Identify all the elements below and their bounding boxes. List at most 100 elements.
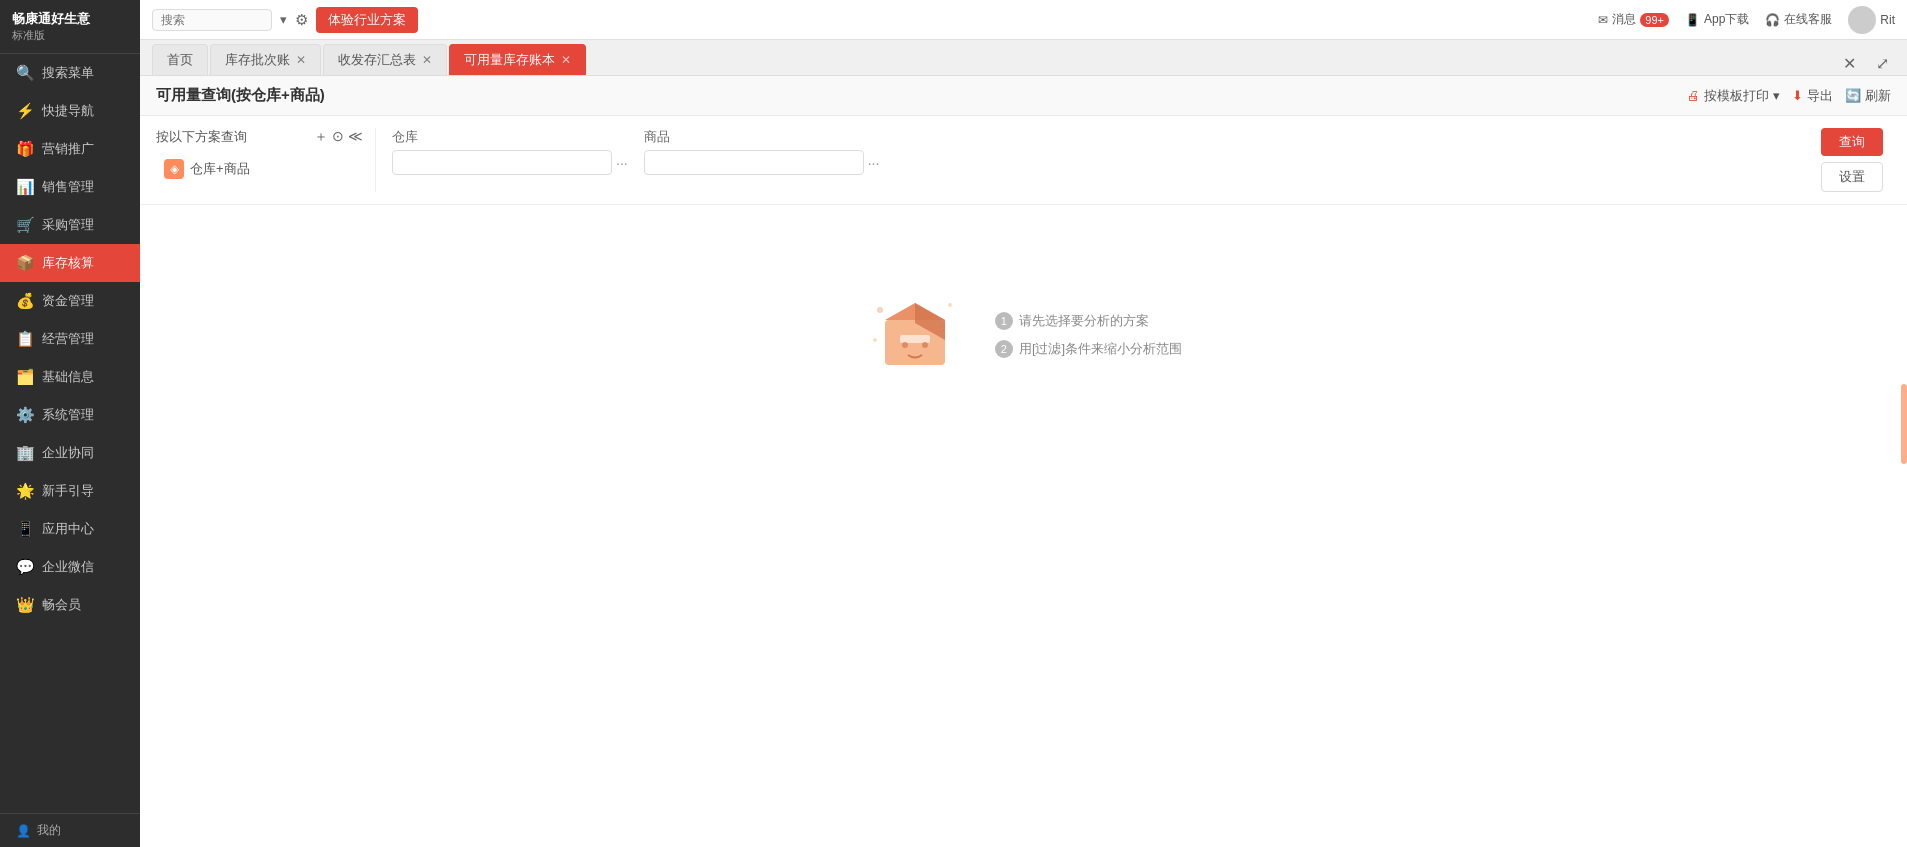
filter-product-label: 商品 — [644, 128, 880, 146]
tab-batch-close[interactable]: ✕ — [296, 53, 306, 67]
sales-icon: 📊 — [16, 178, 34, 196]
refresh-label: 刷新 — [1865, 87, 1891, 105]
tab-batch[interactable]: 库存批次账 ✕ — [210, 44, 321, 75]
wechat-icon: 💬 — [16, 558, 34, 576]
scheme-option-label: 仓库+商品 — [190, 160, 250, 178]
tip-num-2: 2 — [995, 340, 1013, 358]
tab-available-label: 可用量库存账本 — [464, 51, 555, 69]
member-icon: 👑 — [16, 596, 34, 614]
add-scheme-icon[interactable]: ＋ — [314, 128, 328, 146]
operations-icon: 📋 — [16, 330, 34, 348]
tab-available[interactable]: 可用量库存账本 ✕ — [449, 44, 586, 75]
svg-point-4 — [902, 342, 908, 348]
sidebar-label-newbie: 新手引导 — [42, 482, 94, 500]
sidebar-bottom: 👤 我的 — [0, 813, 140, 847]
shortcut-icon: ⚡ — [16, 102, 34, 120]
sidebar-item-newbie[interactable]: 🌟新手引导 — [0, 472, 140, 510]
filter-warehouse-more[interactable]: ··· — [616, 155, 628, 171]
sidebar-item-inventory[interactable]: 📦库存核算 — [0, 244, 140, 282]
system-icon: ⚙️ — [16, 406, 34, 424]
sidebar-item-purchase[interactable]: 🛒采购管理 — [0, 206, 140, 244]
app-version: 标准版 — [12, 28, 128, 43]
svg-point-8 — [873, 338, 877, 342]
tab-home[interactable]: 首页 — [152, 44, 208, 75]
page-title: 可用量查询(按仓库+商品) — [156, 86, 325, 105]
tab-close-btn[interactable]: ✕ — [1837, 52, 1862, 75]
sidebar-bottom-label: 我的 — [37, 822, 61, 839]
page-header-right: 🖨 按模板打印 ▾ ⬇ 导出 🔄 刷新 — [1687, 87, 1891, 105]
basic-icon: 🗂️ — [16, 368, 34, 386]
template-print-label: 按模板打印 — [1704, 87, 1769, 105]
tabs-bar: 首页 库存批次账 ✕ 收发存汇总表 ✕ 可用量库存账本 ✕ ✕ ⤢ — [140, 40, 1907, 76]
user-profile[interactable]: Rit — [1848, 6, 1895, 34]
sidebar-item-search[interactable]: 🔍搜索菜单 — [0, 54, 140, 92]
sidebar-label-purchase: 采购管理 — [42, 216, 94, 234]
sidebar-item-appcenter[interactable]: 📱应用中心 — [0, 510, 140, 548]
empty-tip-1: 1 请先选择要分析的方案 — [995, 312, 1182, 330]
sidebar-item-sales[interactable]: 📊销售管理 — [0, 168, 140, 206]
print-dropdown-icon[interactable]: ▾ — [1773, 88, 1780, 103]
filter-product-input[interactable] — [644, 150, 864, 175]
app-download-btn[interactable]: 📱 App下载 — [1685, 11, 1749, 28]
sidebar-item-wechat[interactable]: 💬企业微信 — [0, 548, 140, 586]
messages-btn[interactable]: ✉ 消息 99+ — [1598, 11, 1669, 28]
sidebar-label-appcenter: 应用中心 — [42, 520, 94, 538]
topbar-gear-icon[interactable]: ⚙ — [295, 11, 308, 29]
export-label: 导出 — [1807, 87, 1833, 105]
trial-btn[interactable]: 体验行业方案 — [316, 7, 418, 33]
tab-summary[interactable]: 收发存汇总表 ✕ — [323, 44, 447, 75]
filter-warehouse-input[interactable] — [392, 150, 612, 175]
finance-icon: 💰 — [16, 292, 34, 310]
enterprise-icon: 🏢 — [16, 444, 34, 462]
sidebar-item-system[interactable]: ⚙️ 系统管理 — [0, 396, 140, 434]
sidebar-label-shortcut: 快捷导航 — [42, 102, 94, 120]
tab-summary-close[interactable]: ✕ — [422, 53, 432, 67]
filter-inputs-area: 仓库 ··· 商品 ··· 查询 设置 — [376, 128, 1891, 192]
messages-label: 消息 — [1612, 11, 1636, 28]
tab-summary-label: 收发存汇总表 — [338, 51, 416, 69]
template-print-btn[interactable]: 🖨 按模板打印 ▾ — [1687, 87, 1780, 105]
filter-warehouse-group: 仓库 ··· — [392, 128, 628, 175]
sidebar-label-marketing: 营销推广 — [42, 140, 94, 158]
scheme-option-warehouse-product[interactable]: ◈ 仓库+商品 — [156, 154, 363, 184]
collapse-icon[interactable]: ≪ — [348, 128, 363, 146]
topbar-dropdown-icon[interactable]: ▾ — [280, 12, 287, 27]
query-btn[interactable]: 查询 — [1821, 128, 1883, 156]
filter-scheme-header: 按以下方案查询 ＋ ⊙ ≪ — [156, 128, 363, 146]
sidebar-label-finance: 资金管理 — [42, 292, 94, 310]
sidebar-item-member[interactable]: 👑 畅会员 — [0, 586, 140, 624]
tab-expand-btn[interactable]: ⤢ — [1870, 52, 1895, 75]
export-btn[interactable]: ⬇ 导出 — [1792, 87, 1833, 105]
sidebar-label-basic: 基础信息 — [42, 368, 94, 386]
sidebar-item-marketing[interactable]: 🎁营销推广 — [0, 130, 140, 168]
empty-tips: 1 请先选择要分析的方案 2 用[过滤]条件来缩小分析范围 — [995, 312, 1182, 358]
customer-service-btn[interactable]: 🎧 在线客服 — [1765, 11, 1832, 28]
settings-scheme-icon[interactable]: ⊙ — [332, 128, 344, 146]
filter-warehouse-label: 仓库 — [392, 128, 628, 146]
empty-state-content: 1 请先选择要分析的方案 2 用[过滤]条件来缩小分析范围 — [865, 285, 1182, 385]
tab-available-close[interactable]: ✕ — [561, 53, 571, 67]
sidebar-item-basic[interactable]: 🗂️ 基础信息 — [0, 358, 140, 396]
refresh-btn[interactable]: 🔄 刷新 — [1845, 87, 1891, 105]
sidebar-item-operations[interactable]: 📋经营管理 — [0, 320, 140, 358]
sidebar-label-system: 系统管理 — [42, 406, 94, 424]
sidebar: 畅康通好生意 标准版 🔍搜索菜单 ⚡ 快捷导航 🎁营销推广📊销售管理🛒采购管理📦库存核… — [0, 0, 140, 847]
filter-area: 按以下方案查询 ＋ ⊙ ≪ ◈ 仓库+商品 仓库 — [140, 116, 1907, 205]
filter-scheme-panel: 按以下方案查询 ＋ ⊙ ≪ ◈ 仓库+商品 — [156, 128, 376, 192]
topbar-search-input[interactable] — [152, 9, 272, 31]
sidebar-item-finance[interactable]: 💰 资金管理 — [0, 282, 140, 320]
sidebar-label-enterprise: 企业协同 — [42, 444, 94, 462]
tab-home-label: 首页 — [167, 51, 193, 69]
sidebar-item-enterprise[interactable]: 🏢 企业协同 — [0, 434, 140, 472]
main-area: ▾ ⚙ 体验行业方案 ✉ 消息 99+ 📱 App下载 🎧 在线客服 Rit — [140, 0, 1907, 847]
sidebar-label-member: 畅会员 — [42, 596, 81, 614]
filter-product-more[interactable]: ··· — [868, 155, 880, 171]
empty-tip-2: 2 用[过滤]条件来缩小分析范围 — [995, 340, 1182, 358]
mobile-icon: 📱 — [1685, 13, 1700, 27]
settings-btn[interactable]: 设置 — [1821, 162, 1883, 192]
app-name: 畅康通好生意 — [12, 10, 128, 28]
print-icon: 🖨 — [1687, 88, 1700, 103]
sidebar-item-shortcut[interactable]: ⚡ 快捷导航 — [0, 92, 140, 130]
user-icon: 👤 — [16, 824, 31, 838]
scrollbar-handle[interactable] — [1901, 384, 1907, 464]
